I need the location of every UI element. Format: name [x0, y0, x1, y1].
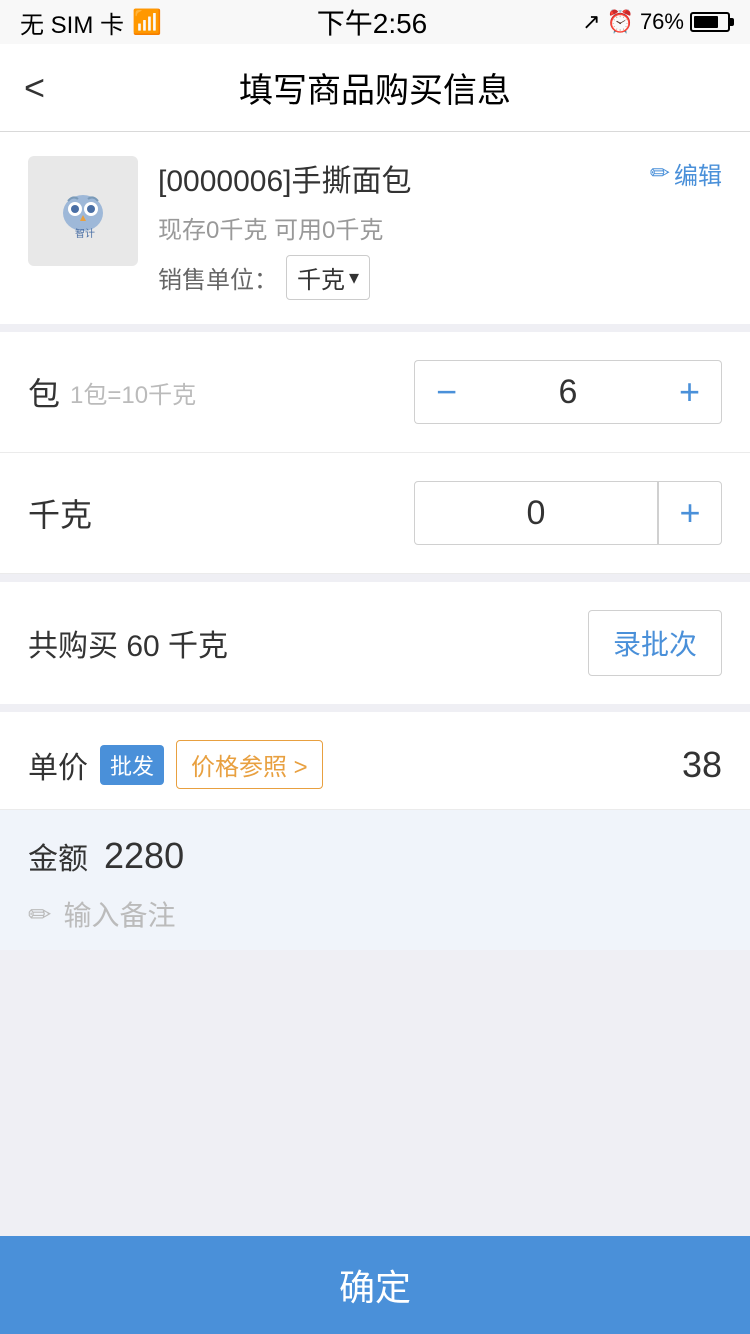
product-image: 智计: [28, 156, 138, 266]
carrier-text: 无 SIM 卡: [20, 5, 124, 40]
product-logo-icon: 智计: [53, 181, 113, 241]
product-info: [0000006]手撕面包 ✏ 编辑 现存0千克 可用0千克 销售单位： 千克 …: [158, 156, 722, 300]
quantity-section: 包 1包=10千克 − + 千克 +: [0, 332, 750, 574]
confirm-bar[interactable]: 确定: [0, 1236, 750, 1334]
kg-row: 千克 +: [0, 453, 750, 574]
bao-label: 包: [28, 369, 60, 415]
product-name: [0000006]手撕面包: [158, 156, 650, 200]
status-time: 下午2:56: [317, 2, 428, 42]
bao-plus-button[interactable]: +: [658, 360, 722, 424]
price-section: 单价 批发 价格参照 > 38: [0, 712, 750, 810]
batch-button[interactable]: 录批次: [588, 610, 722, 676]
amount-row: 金额 2280: [28, 834, 722, 878]
battery-icon: [690, 12, 730, 32]
bao-input[interactable]: [478, 360, 658, 424]
amount-label: 金额: [28, 834, 88, 878]
unit-label: 销售单位：: [158, 260, 278, 295]
bao-hint: 1包=10千克: [70, 375, 196, 410]
remark-placeholder: 输入备注: [63, 894, 175, 934]
unit-selector[interactable]: 千克 ▾: [286, 255, 370, 300]
status-left: 无 SIM 卡 📶: [20, 5, 162, 40]
kg-label: 千克: [28, 490, 92, 536]
svg-text:智计: 智计: [75, 227, 95, 240]
bao-row: 包 1包=10千克 − +: [0, 332, 750, 453]
page-title: 填写商品购买信息: [239, 63, 511, 112]
edit-icon: ✏: [650, 159, 670, 188]
amount-value: 2280: [104, 835, 184, 877]
confirm-button-label: 确定: [339, 1259, 411, 1311]
price-label: 单价: [28, 743, 88, 787]
price-ref-button[interactable]: 价格参照 >: [176, 740, 323, 789]
summary-section: 共购买 60 千克 录批次: [0, 574, 750, 712]
kg-controls: +: [414, 481, 722, 545]
product-unit-row: 销售单位： 千克 ▾: [158, 255, 722, 300]
battery-percent: 76%: [640, 9, 684, 35]
amount-section: 金额 2280 ✏ 输入备注: [0, 810, 750, 950]
bao-controls: − +: [414, 360, 722, 424]
status-right: ↗ ⏰ 76%: [582, 9, 730, 35]
nav-bar: < 填写商品购买信息: [0, 44, 750, 132]
back-button[interactable]: <: [24, 67, 45, 109]
price-tag: 批发: [100, 745, 164, 785]
product-card: 智计 [0000006]手撕面包 ✏ 编辑 现存0千克 可用0千克 销售单位： …: [0, 132, 750, 332]
price-row: 单价 批发 价格参照 > 38: [28, 740, 722, 789]
chevron-down-icon: ▾: [349, 265, 359, 290]
price-label-group: 单价 批发 价格参照 >: [28, 740, 323, 789]
alarm-icon: ⏰: [607, 9, 634, 35]
location-icon: ↗: [582, 9, 600, 35]
status-bar: 无 SIM 卡 📶 下午2:56 ↗ ⏰ 76%: [0, 0, 750, 44]
kg-input[interactable]: [414, 481, 658, 545]
bao-minus-button[interactable]: −: [414, 360, 478, 424]
remark-row[interactable]: ✏ 输入备注: [28, 894, 722, 934]
pencil-icon: ✏: [28, 898, 51, 931]
wifi-icon: 📶: [132, 8, 162, 37]
summary-text: 共购买 60 千克: [28, 621, 228, 665]
price-value: 38: [682, 744, 722, 786]
edit-button[interactable]: ✏ 编辑: [650, 156, 722, 191]
kg-plus-button[interactable]: +: [658, 481, 722, 545]
product-stock: 现存0千克 可用0千克: [158, 210, 722, 245]
